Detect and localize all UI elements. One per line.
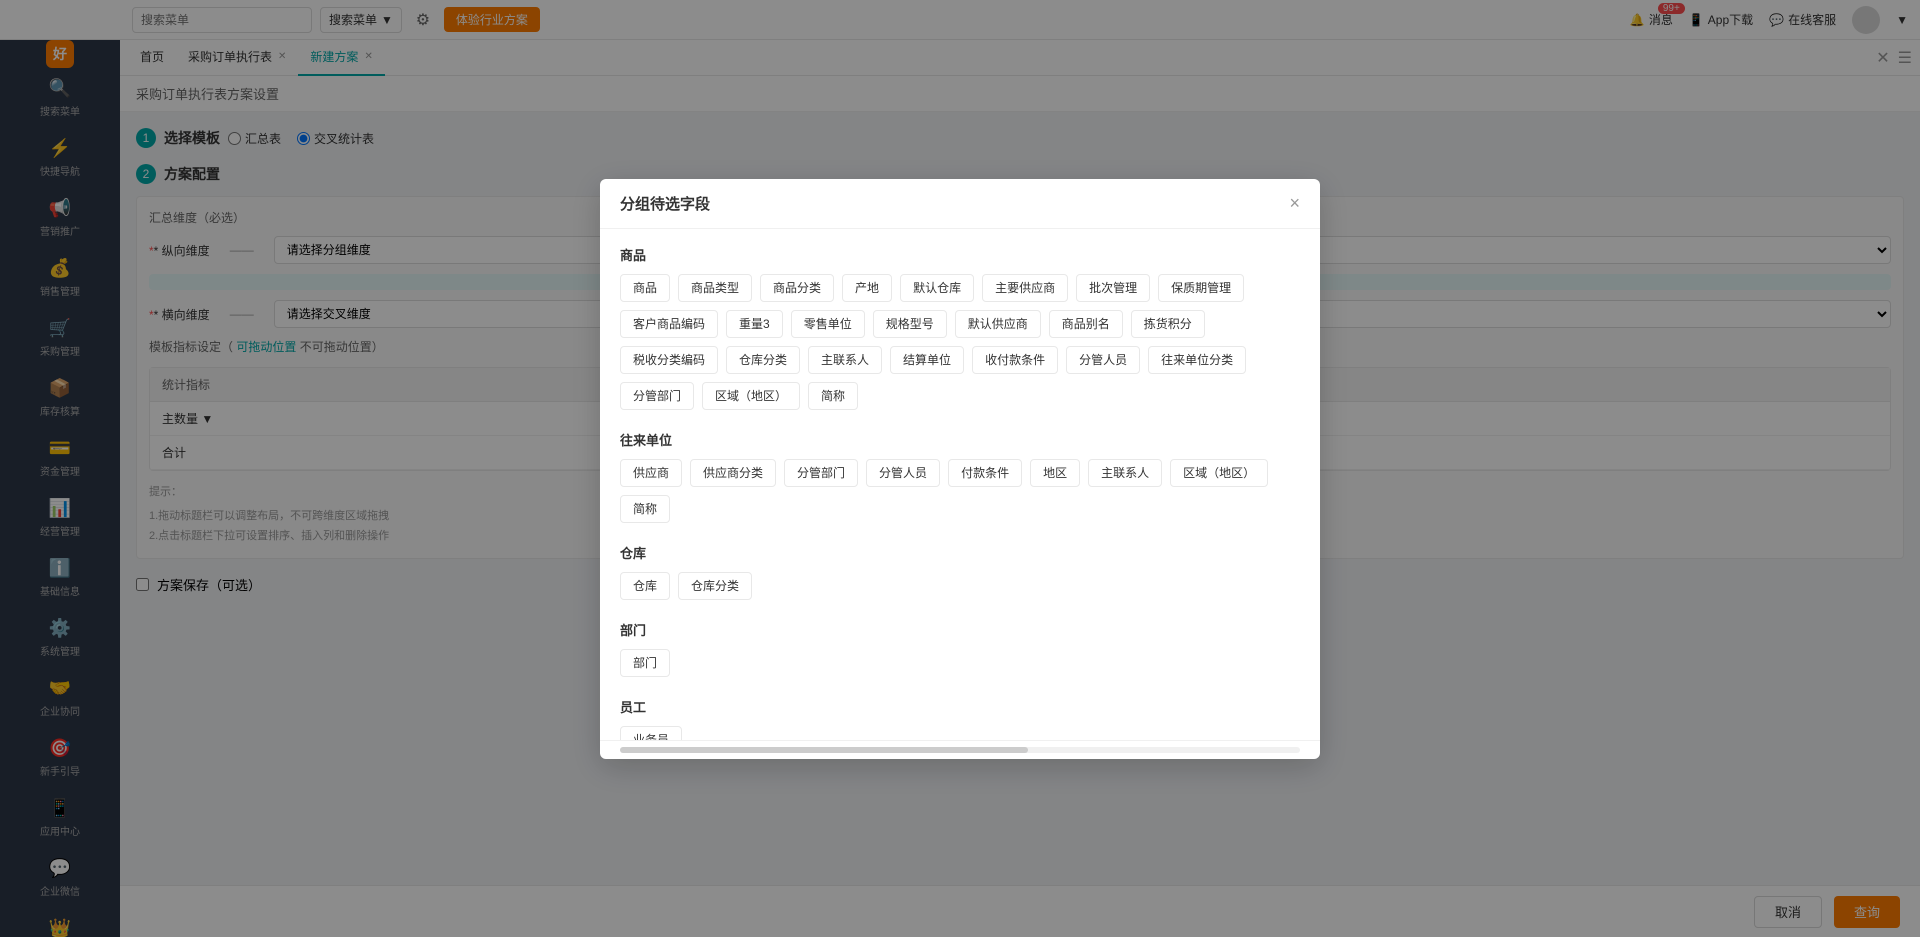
field-chip-0-15[interactable]: 税收分类编码 bbox=[620, 346, 718, 374]
field-chip-0-21[interactable]: 往来单位分类 bbox=[1148, 346, 1246, 374]
field-chip-0-17[interactable]: 主联系人 bbox=[808, 346, 882, 374]
modal-body: 商品商品商品类型商品分类产地默认仓库主要供应商批次管理保质期管理客户商品编码重量… bbox=[600, 229, 1320, 740]
field-chip-0-16[interactable]: 仓库分类 bbox=[726, 346, 800, 374]
field-chip-0-22[interactable]: 分管部门 bbox=[620, 382, 694, 410]
field-chip-1-1[interactable]: 供应商分类 bbox=[690, 459, 776, 487]
field-chips-1: 供应商供应商分类分管部门分管人员付款条件地区主联系人区域（地区） 简称 bbox=[620, 459, 1300, 523]
field-chip-1-7[interactable]: 区域（地区） bbox=[1170, 459, 1268, 487]
field-chips-3: 部门 bbox=[620, 649, 1300, 677]
field-chip-0-0[interactable]: 商品 bbox=[620, 274, 670, 302]
field-chip-0-8[interactable]: 客户商品编码 bbox=[620, 310, 718, 338]
field-chip-0-23[interactable]: 区域（地区） bbox=[702, 382, 800, 410]
field-section-title-2: 仓库 bbox=[620, 543, 1300, 562]
field-chip-0-12[interactable]: 默认供应商 bbox=[955, 310, 1041, 338]
field-chip-0-7[interactable]: 保质期管理 bbox=[1158, 274, 1244, 302]
field-section-0: 商品商品商品类型商品分类产地默认仓库主要供应商批次管理保质期管理客户商品编码重量… bbox=[620, 245, 1300, 410]
field-chip-0-2[interactable]: 商品分类 bbox=[760, 274, 834, 302]
modal-title: 分组待选字段 bbox=[620, 193, 710, 214]
field-chip-0-4[interactable]: 默认仓库 bbox=[900, 274, 974, 302]
field-chip-0-20[interactable]: 分管人员 bbox=[1066, 346, 1140, 374]
field-chips-0: 商品商品类型商品分类产地默认仓库主要供应商批次管理保质期管理客户商品编码重量3 零… bbox=[620, 274, 1300, 410]
modal-scrollbar-thumb bbox=[620, 747, 1028, 753]
field-chip-0-24[interactable]: 简称 bbox=[808, 382, 858, 410]
field-section-1: 往来单位供应商供应商分类分管部门分管人员付款条件地区主联系人区域（地区） 简称 bbox=[620, 430, 1300, 523]
field-chip-0-11[interactable]: 规格型号 bbox=[873, 310, 947, 338]
field-chips-4: 业务员 bbox=[620, 726, 1300, 740]
field-chip-0-1[interactable]: 商品类型 bbox=[678, 274, 752, 302]
field-section-title-0: 商品 bbox=[620, 245, 1300, 264]
field-chip-4-0[interactable]: 业务员 bbox=[620, 726, 682, 740]
field-section-title-4: 员工 bbox=[620, 697, 1300, 716]
modal-header: 分组待选字段 × bbox=[600, 179, 1320, 229]
field-chip-0-10[interactable]: 零售单位 bbox=[791, 310, 865, 338]
field-section-2: 仓库仓库仓库分类 bbox=[620, 543, 1300, 600]
field-chip-0-18[interactable]: 结算单位 bbox=[890, 346, 964, 374]
field-chip-0-19[interactable]: 收付款条件 bbox=[972, 346, 1058, 374]
field-section-title-3: 部门 bbox=[620, 620, 1300, 639]
field-chip-1-2[interactable]: 分管部门 bbox=[784, 459, 858, 487]
field-chip-3-0[interactable]: 部门 bbox=[620, 649, 670, 677]
field-chip-2-0[interactable]: 仓库 bbox=[620, 572, 670, 600]
field-chip-1-5[interactable]: 地区 bbox=[1030, 459, 1080, 487]
field-chip-0-9[interactable]: 重量3 bbox=[726, 310, 783, 338]
field-chip-1-0[interactable]: 供应商 bbox=[620, 459, 682, 487]
modal-overlay: 分组待选字段 × 商品商品商品类型商品分类产地默认仓库主要供应商批次管理保质期管… bbox=[0, 0, 1920, 937]
field-chip-2-1[interactable]: 仓库分类 bbox=[678, 572, 752, 600]
field-chips-2: 仓库仓库分类 bbox=[620, 572, 1300, 600]
modal-scrollbar[interactable] bbox=[620, 747, 1300, 753]
field-section-4: 员工业务员 bbox=[620, 697, 1300, 740]
field-chip-0-5[interactable]: 主要供应商 bbox=[982, 274, 1068, 302]
modal-scrollbar-area bbox=[600, 740, 1320, 759]
field-select-modal: 分组待选字段 × 商品商品商品类型商品分类产地默认仓库主要供应商批次管理保质期管… bbox=[600, 179, 1320, 759]
field-section-3: 部门部门 bbox=[620, 620, 1300, 677]
field-chip-1-4[interactable]: 付款条件 bbox=[948, 459, 1022, 487]
field-chip-0-6[interactable]: 批次管理 bbox=[1076, 274, 1150, 302]
field-chip-1-3[interactable]: 分管人员 bbox=[866, 459, 940, 487]
modal-close-button[interactable]: × bbox=[1289, 193, 1300, 214]
field-chip-1-8[interactable]: 简称 bbox=[620, 495, 670, 523]
field-chip-0-3[interactable]: 产地 bbox=[842, 274, 892, 302]
field-chip-0-14[interactable]: 拣货积分 bbox=[1131, 310, 1205, 338]
field-chip-0-13[interactable]: 商品别名 bbox=[1049, 310, 1123, 338]
field-section-title-1: 往来单位 bbox=[620, 430, 1300, 449]
field-chip-1-6[interactable]: 主联系人 bbox=[1088, 459, 1162, 487]
